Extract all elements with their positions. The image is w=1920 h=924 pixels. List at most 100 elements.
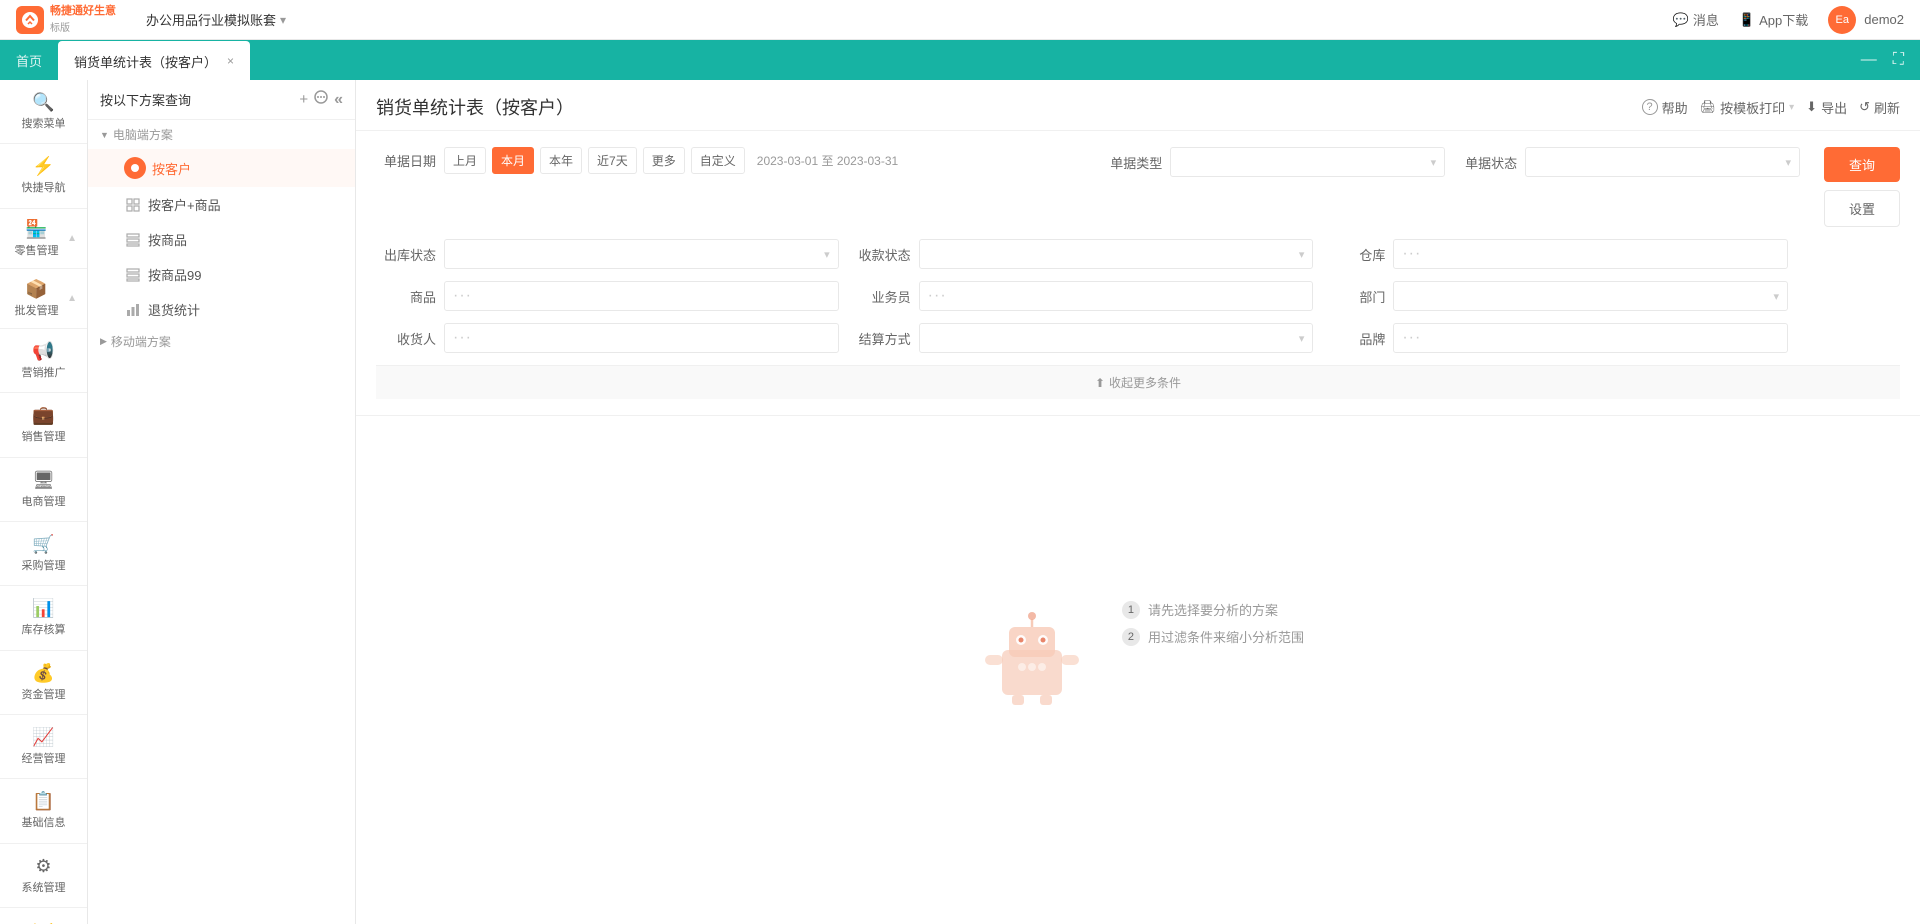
tab-sales-stat[interactable]: 销货单统计表（按客户） × — [58, 41, 250, 81]
order-status-label: 单据状态 — [1457, 153, 1517, 172]
scheme-return-stat-label: 退货统计 — [148, 300, 200, 319]
dept-arrow: ▾ — [1773, 290, 1779, 303]
add-scheme-button[interactable]: + — [299, 91, 308, 108]
scheme-return-stat[interactable]: 退货统计 — [88, 292, 355, 327]
query-button[interactable]: 查询 — [1824, 147, 1900, 182]
date-this-month[interactable]: 本月 — [492, 147, 534, 174]
empty-state: 1 请先选择要分析的方案 2 用过滤条件来缩小分析范围 — [356, 416, 1920, 924]
mobile-schemes-label: 移动端方案 — [111, 333, 171, 350]
collapse-bar[interactable]: ⬆ 收起更多条件 — [376, 365, 1900, 399]
hint-2: 2 用过滤条件来缩小分析范围 — [1122, 627, 1304, 646]
hint-text-1: 请先选择要分析的方案 — [1148, 600, 1278, 619]
sidebar-item-operations[interactable]: 📈 经营管理 — [0, 715, 87, 779]
tab-close-icon[interactable]: × — [227, 54, 234, 68]
help-button[interactable]: ? 帮助 — [1642, 98, 1688, 117]
order-type-label: 单据类型 — [1102, 153, 1162, 172]
brand-label: 品牌 — [1325, 329, 1385, 348]
desktop-schemes-label: 电脑端方案 — [113, 126, 173, 143]
settle-method-select[interactable]: ▾ — [919, 323, 1314, 353]
wholesale-icon: 📦 — [25, 279, 47, 300]
refresh-label: 刷新 — [1874, 98, 1900, 117]
warehouse-select[interactable]: ··· — [1393, 239, 1788, 269]
sidebar-label-basic: 基础信息 — [22, 816, 66, 830]
collapse-panel-button[interactable]: « — [334, 91, 343, 109]
refresh-icon: ↺ — [1859, 99, 1870, 115]
breadcrumb-text[interactable]: 办公用品行业模拟账套 — [146, 10, 276, 29]
print-label: 按模板打印 — [1720, 98, 1785, 117]
messages-button[interactable]: 💬 消息 — [1673, 10, 1719, 29]
message-icon: 💬 — [1673, 12, 1689, 28]
refresh-button[interactable]: ↺ 刷新 — [1859, 98, 1900, 117]
order-type-select[interactable]: ▾ — [1170, 147, 1445, 177]
retail-icon: 🏪 — [25, 219, 47, 240]
scheme-by-customer-product[interactable]: 按客户+商品 — [88, 187, 355, 222]
panel-title: 按以下方案查询 — [100, 90, 191, 109]
print-icon: 🖨 — [1700, 99, 1717, 115]
window-minimize-icon[interactable]: — — [1857, 47, 1881, 73]
scheme-by-product-99-label: 按商品99 — [148, 265, 201, 284]
sidebar-item-retail[interactable]: 🏪 零售管理 ▲ — [0, 209, 87, 269]
search-icon: 🔍 — [32, 92, 54, 113]
sidebar-item-wholesale[interactable]: 📦 批发管理 ▲ — [0, 269, 87, 329]
system-icon: ⚙ — [35, 856, 51, 877]
mobile-schemes-header[interactable]: ▶ 移动端方案 — [88, 327, 355, 356]
scheme-by-customer[interactable]: 按客户 — [88, 149, 355, 187]
date-more[interactable]: 更多 — [643, 147, 685, 174]
sidebar-item-sales[interactable]: 💼 销售管理 — [0, 393, 87, 457]
date-custom[interactable]: 自定义 — [691, 147, 745, 174]
scheme-by-product[interactable]: 按商品 — [88, 222, 355, 257]
date-this-year[interactable]: 本年 — [540, 147, 582, 174]
grid-icon — [124, 196, 142, 214]
brand-select[interactable]: ··· — [1393, 323, 1788, 353]
help-label: 帮助 — [1662, 98, 1688, 117]
active-indicator — [124, 157, 146, 179]
sidebar-item-enterprise[interactable]: 🤝 企业协同 — [0, 908, 87, 924]
sidebar-item-shortcut[interactable]: ⚡ 快捷导航 — [0, 144, 87, 208]
order-status-select[interactable]: ▾ — [1525, 147, 1800, 177]
salesman-select[interactable]: ··· — [919, 281, 1314, 311]
app-download-button[interactable]: 📱 App下载 — [1739, 10, 1808, 29]
sidebar-label-ecommerce: 电商管理 — [22, 495, 66, 509]
pay-status-select[interactable]: ▾ — [919, 239, 1314, 269]
purchase-icon: 🛒 — [32, 534, 54, 555]
sidebar-item-basic[interactable]: 📋 基础信息 — [0, 779, 87, 843]
window-maximize-icon[interactable]: ⛶ — [1889, 47, 1908, 73]
table-icon2 — [124, 266, 142, 284]
user-menu[interactable]: Ea demo2 — [1828, 6, 1904, 34]
mobile-expand-icon: ▶ — [100, 336, 107, 347]
sidebar: 🔍 搜索菜单 ⚡ 快捷导航 🏪 零售管理 ▲ 📦 批发管理 ▲ 📢 营销推广 — [0, 80, 88, 924]
export-button[interactable]: ⬇ 导出 — [1806, 98, 1847, 117]
consignee-select[interactable]: ··· — [444, 323, 839, 353]
scheme-by-product-99[interactable]: 按商品99 — [88, 257, 355, 292]
sidebar-item-search[interactable]: 🔍 搜索菜单 — [0, 80, 87, 144]
left-panel: 按以下方案查询 + « ▼ 电脑端方案 按客户 按客户+商品 — [88, 80, 356, 924]
date-range-display: 2023-03-01 至 2023-03-31 — [757, 152, 898, 169]
print-button[interactable]: 🖨 按模板打印 ▾ — [1700, 98, 1795, 117]
desktop-schemes-header[interactable]: ▼ 电脑端方案 — [88, 120, 355, 149]
scheme-by-customer-product-label: 按客户+商品 — [148, 195, 221, 214]
basic-icon: 📋 — [32, 791, 54, 812]
date-last-7[interactable]: 近7天 — [588, 147, 637, 174]
out-status-select[interactable]: ▾ — [444, 239, 839, 269]
sidebar-item-marketing[interactable]: 📢 营销推广 — [0, 329, 87, 393]
sidebar-label-finance: 资金管理 — [22, 688, 66, 702]
empty-illustration — [972, 600, 1092, 720]
tab-home[interactable]: 首页 — [0, 40, 58, 80]
sidebar-item-inventory[interactable]: 📊 库存核算 — [0, 586, 87, 650]
breadcrumb: 办公用品行业模拟账套 ▾ — [146, 10, 286, 29]
sidebar-item-purchase[interactable]: 🛒 采购管理 — [0, 522, 87, 586]
edit-scheme-button[interactable] — [314, 90, 328, 109]
breadcrumb-arrow: ▾ — [280, 13, 286, 27]
settings-button[interactable]: 设置 — [1824, 190, 1900, 227]
dept-select[interactable]: ▾ — [1393, 281, 1788, 311]
page-title: 销货单统计表（按客户） — [376, 94, 574, 120]
sidebar-item-ecommerce[interactable]: 🖥 电商管理 — [0, 458, 87, 522]
date-last-month[interactable]: 上月 — [444, 147, 486, 174]
sidebar-item-finance[interactable]: 💰 资金管理 — [0, 651, 87, 715]
export-icon: ⬇ — [1806, 99, 1817, 115]
sidebar-item-system[interactable]: ⚙ 系统管理 — [0, 844, 87, 908]
sidebar-label-system: 系统管理 — [22, 881, 66, 895]
sidebar-label-purchase: 采购管理 — [22, 559, 66, 573]
dept-label: 部门 — [1325, 287, 1385, 306]
product-select[interactable]: ··· — [444, 281, 839, 311]
